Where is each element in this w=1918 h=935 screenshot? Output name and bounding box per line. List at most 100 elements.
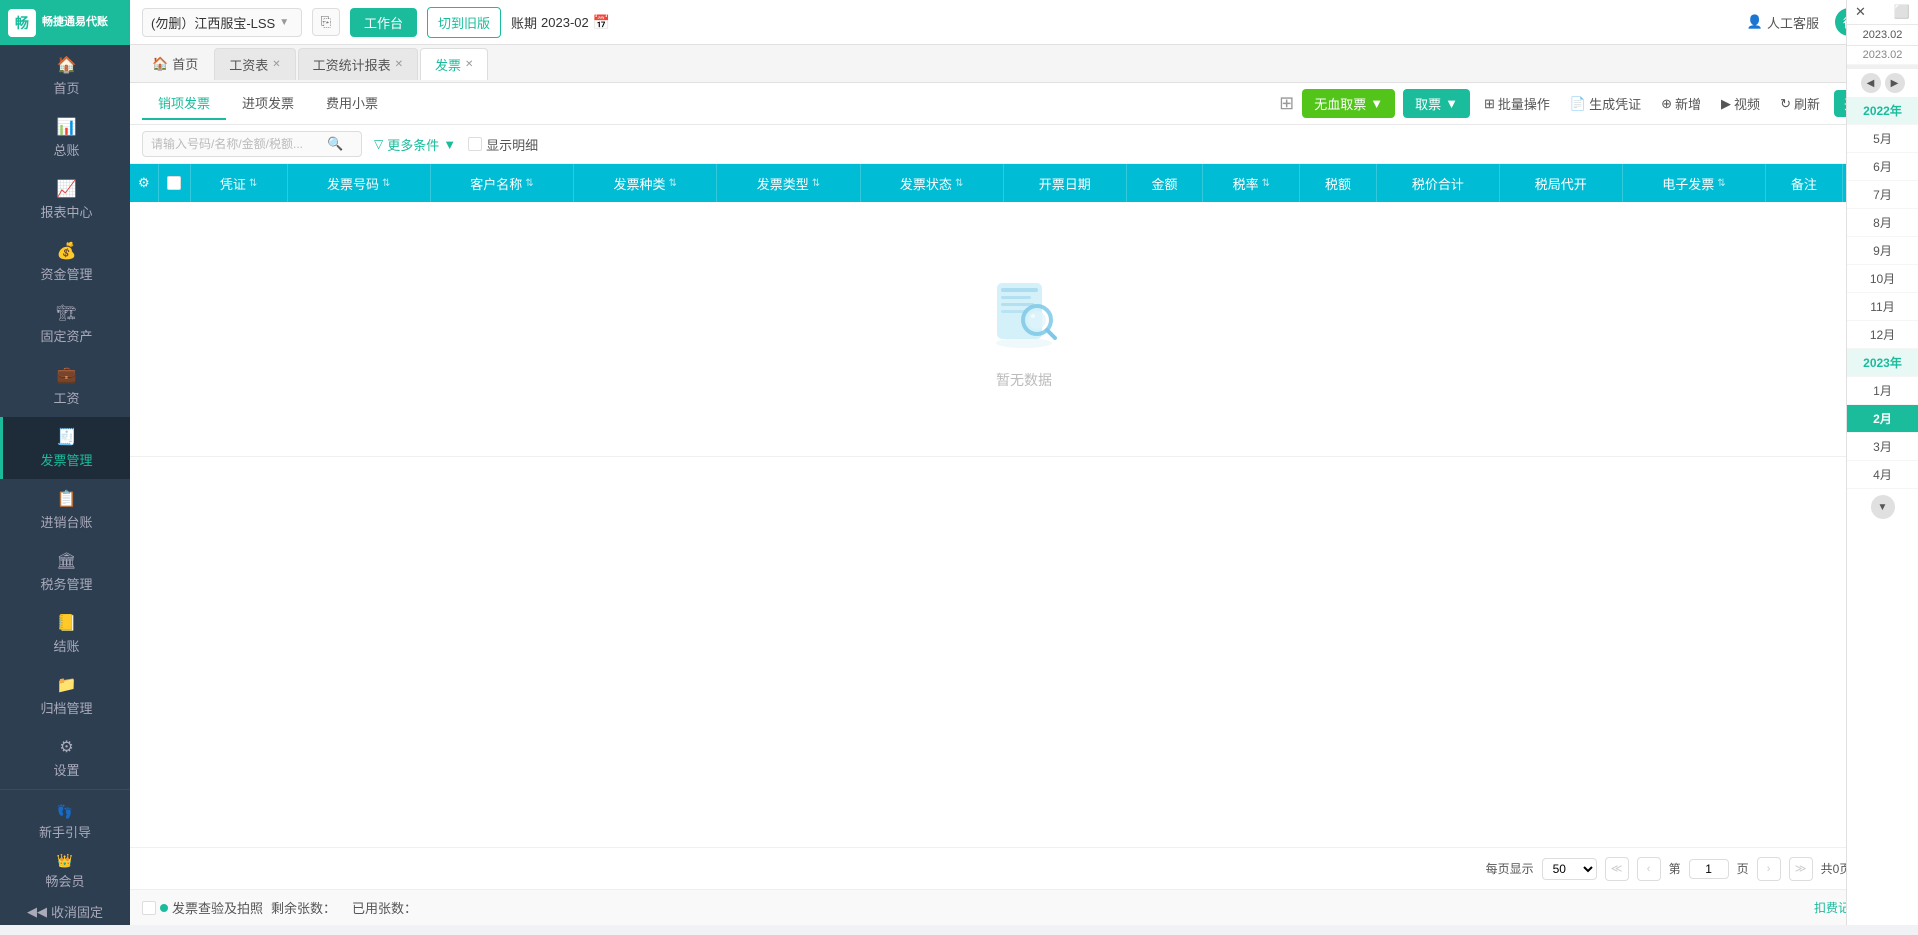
date-2023-03[interactable]: 3月 — [1847, 433, 1918, 461]
date-2022-06[interactable]: 6月 — [1847, 153, 1918, 181]
verify-checkbox[interactable] — [142, 901, 156, 915]
new-invoice-button[interactable]: ⊕ 新增 — [1655, 90, 1707, 117]
col-invoice-kind: 发票类型 ⇅ — [717, 164, 860, 202]
close-tab-icon[interactable]: ✕ — [465, 59, 473, 70]
expand-date-panel-icon[interactable]: ⬜ — [1894, 4, 1910, 20]
subtab-outgoing[interactable]: 销项发票 — [142, 87, 226, 120]
take-invoice-button[interactable]: 取票 ▼ — [1403, 89, 1470, 118]
grid-view-icon[interactable]: ⊞ — [1279, 93, 1294, 114]
gen-voucher-button[interactable]: 📄 生成凭证 — [1564, 90, 1647, 117]
sort-icon: ⇅ — [382, 178, 390, 189]
tab-payroll-stats[interactable]: 工资统计报表 ✕ — [298, 48, 418, 80]
tax-icon: 🏛 — [56, 551, 76, 571]
last-page-button[interactable]: ≫ — [1789, 857, 1813, 881]
sidebar-item-label: 归档管理 — [40, 698, 92, 717]
tab-home[interactable]: 🏠 首页 — [138, 48, 212, 80]
tab-invoice[interactable]: 发票 ✕ — [420, 48, 488, 80]
invoice-icon: 🧾 — [57, 427, 77, 447]
sidebar-item-assets[interactable]: 🏗 固定资产 — [0, 293, 130, 355]
close-tab-icon[interactable]: ✕ — [272, 59, 280, 70]
home-icon: 🏠 — [57, 55, 77, 75]
show-detail-checkbox[interactable] — [468, 137, 482, 151]
sidebar-item-reports[interactable]: 📈 报表中心 — [0, 169, 130, 231]
col-tax: 税额 — [1300, 164, 1377, 202]
service-icon: 👤 — [1747, 14, 1763, 30]
no-tax-button[interactable]: 无血取票 ▼ — [1302, 89, 1395, 118]
page-number-input[interactable] — [1689, 859, 1729, 879]
close-date-panel-icon[interactable]: ✕ — [1855, 4, 1866, 20]
calendar-icon[interactable]: 📅 — [593, 14, 610, 31]
video-label: 视频 — [1734, 94, 1760, 113]
select-all-checkbox[interactable] — [167, 176, 181, 190]
close-tab-icon[interactable]: ✕ — [395, 59, 403, 70]
verify-invoice-toggle[interactable]: 发票查验及拍照 — [142, 898, 263, 917]
customer-service[interactable]: 👤 人工客服 — [1747, 13, 1819, 32]
search-input[interactable] — [151, 137, 321, 151]
next-page-button[interactable]: › — [1757, 857, 1781, 881]
col-settings[interactable]: ⚙ — [130, 164, 158, 202]
prev-year-button[interactable]: ◀ — [1861, 73, 1881, 93]
new-label: 新增 — [1675, 94, 1701, 113]
collapse-sidebar-button[interactable]: ◀◀ 收消固定 — [4, 896, 126, 927]
sidebar-item-invoice[interactable]: 🧾 发票管理 — [0, 417, 130, 479]
payroll-icon: 💼 — [57, 365, 77, 385]
subtab-incoming[interactable]: 进项发票 — [226, 87, 310, 120]
date-2022-05[interactable]: 5月 — [1847, 125, 1918, 153]
date-2022-09[interactable]: 9月 — [1847, 237, 1918, 265]
company-selector[interactable]: (勿删）江西服宝-LSS ▼ — [142, 8, 302, 37]
sidebar-item-ledger[interactable]: 📊 总账 — [0, 107, 130, 169]
sidebar-item-payroll[interactable]: 💼 工资 — [0, 355, 130, 417]
col-checkbox[interactable] — [158, 164, 190, 202]
video-button[interactable]: ▶ 视频 — [1715, 90, 1766, 117]
more-filter-label: 更多条件 — [387, 135, 439, 154]
topbar: (勿删）江西服宝-LSS ▼ ⎘ 工作台 切到旧版 账期 2023-02 📅 👤… — [130, 0, 1918, 45]
switch-version-button[interactable]: 切到旧版 — [427, 7, 501, 38]
sidebar-item-home[interactable]: 🏠 首页 — [0, 45, 130, 107]
sidebar-item-label: 总账 — [53, 140, 79, 159]
settings-icon: ⚙ — [59, 737, 73, 757]
sidebar-item-label: 报表中心 — [40, 202, 92, 221]
date-2023-04[interactable]: 4月 — [1847, 461, 1918, 489]
date-2022-07[interactable]: 7月 — [1847, 181, 1918, 209]
app-logo: 畅 畅捷通易代账 — [0, 0, 130, 45]
sidebar-item-archive[interactable]: 📁 归档管理 — [0, 665, 130, 727]
scroll-down-button[interactable]: ▼ — [1871, 495, 1895, 519]
more-filter-button[interactable]: ▽ 更多条件 ▼ — [374, 135, 456, 154]
col-invoice-no: 发票号码 ⇅ — [287, 164, 430, 202]
refresh-icon: ↻ — [1780, 96, 1791, 112]
search-icon[interactable]: 🔍 — [327, 136, 343, 152]
date-2022-12[interactable]: 12月 — [1847, 321, 1918, 349]
plus-icon: ⊕ — [1661, 96, 1672, 112]
sidebar-item-funds[interactable]: 💰 资金管理 — [0, 231, 130, 293]
refresh-button[interactable]: ↻ 刷新 — [1774, 90, 1826, 117]
sidebar-item-tutorial[interactable]: 👣 新手引导 — [4, 798, 126, 847]
tab-label: 发票 — [435, 55, 461, 74]
dropdown-icon: ▼ — [1370, 96, 1383, 111]
tab-payroll[interactable]: 工资表 ✕ — [214, 48, 295, 80]
sidebar-item-settings[interactable]: ⚙ 设置 — [0, 727, 130, 789]
prev-page-button[interactable]: ‹ — [1637, 857, 1661, 881]
workspace-button[interactable]: 工作台 — [350, 8, 417, 37]
pagination-bar: 每页显示 50 10 20 100 ≪ ‹ 第 页 › ≫ 共0页，0条记录 — [130, 847, 1918, 889]
date-2022-10[interactable]: 10月 — [1847, 265, 1918, 293]
archive-icon: 📁 — [57, 675, 77, 695]
col-amount: 金额 — [1126, 164, 1203, 202]
page-label: 页 — [1737, 860, 1749, 877]
sidebar-item-sales[interactable]: 📋 进销台账 — [0, 479, 130, 541]
page-size-select[interactable]: 50 10 20 100 — [1542, 858, 1597, 880]
tab-label: 工资表 — [229, 55, 268, 74]
sidebar-item-close[interactable]: 📒 结账 — [0, 603, 130, 665]
batch-ops-button[interactable]: ⊞ 批量操作 — [1478, 90, 1556, 117]
show-detail-toggle[interactable]: 显示明细 — [468, 135, 538, 154]
date-2022-11[interactable]: 11月 — [1847, 293, 1918, 321]
sidebar-item-tax[interactable]: 🏛 税务管理 — [0, 541, 130, 603]
copy-button[interactable]: ⎘ — [312, 8, 340, 36]
date-2023-02[interactable]: 2月 — [1847, 405, 1918, 433]
sidebar-bottom: 👣 新手引导 👑 畅会员 ◀◀ 收消固定 — [0, 789, 130, 935]
date-2023-01[interactable]: 1月 — [1847, 377, 1918, 405]
subtab-receipts[interactable]: 费用小票 — [310, 87, 394, 120]
first-page-button[interactable]: ≪ — [1605, 857, 1629, 881]
sidebar-item-member[interactable]: 👑 畅会员 — [4, 847, 126, 896]
next-year-button[interactable]: ▶ — [1885, 73, 1905, 93]
date-2022-08[interactable]: 8月 — [1847, 209, 1918, 237]
